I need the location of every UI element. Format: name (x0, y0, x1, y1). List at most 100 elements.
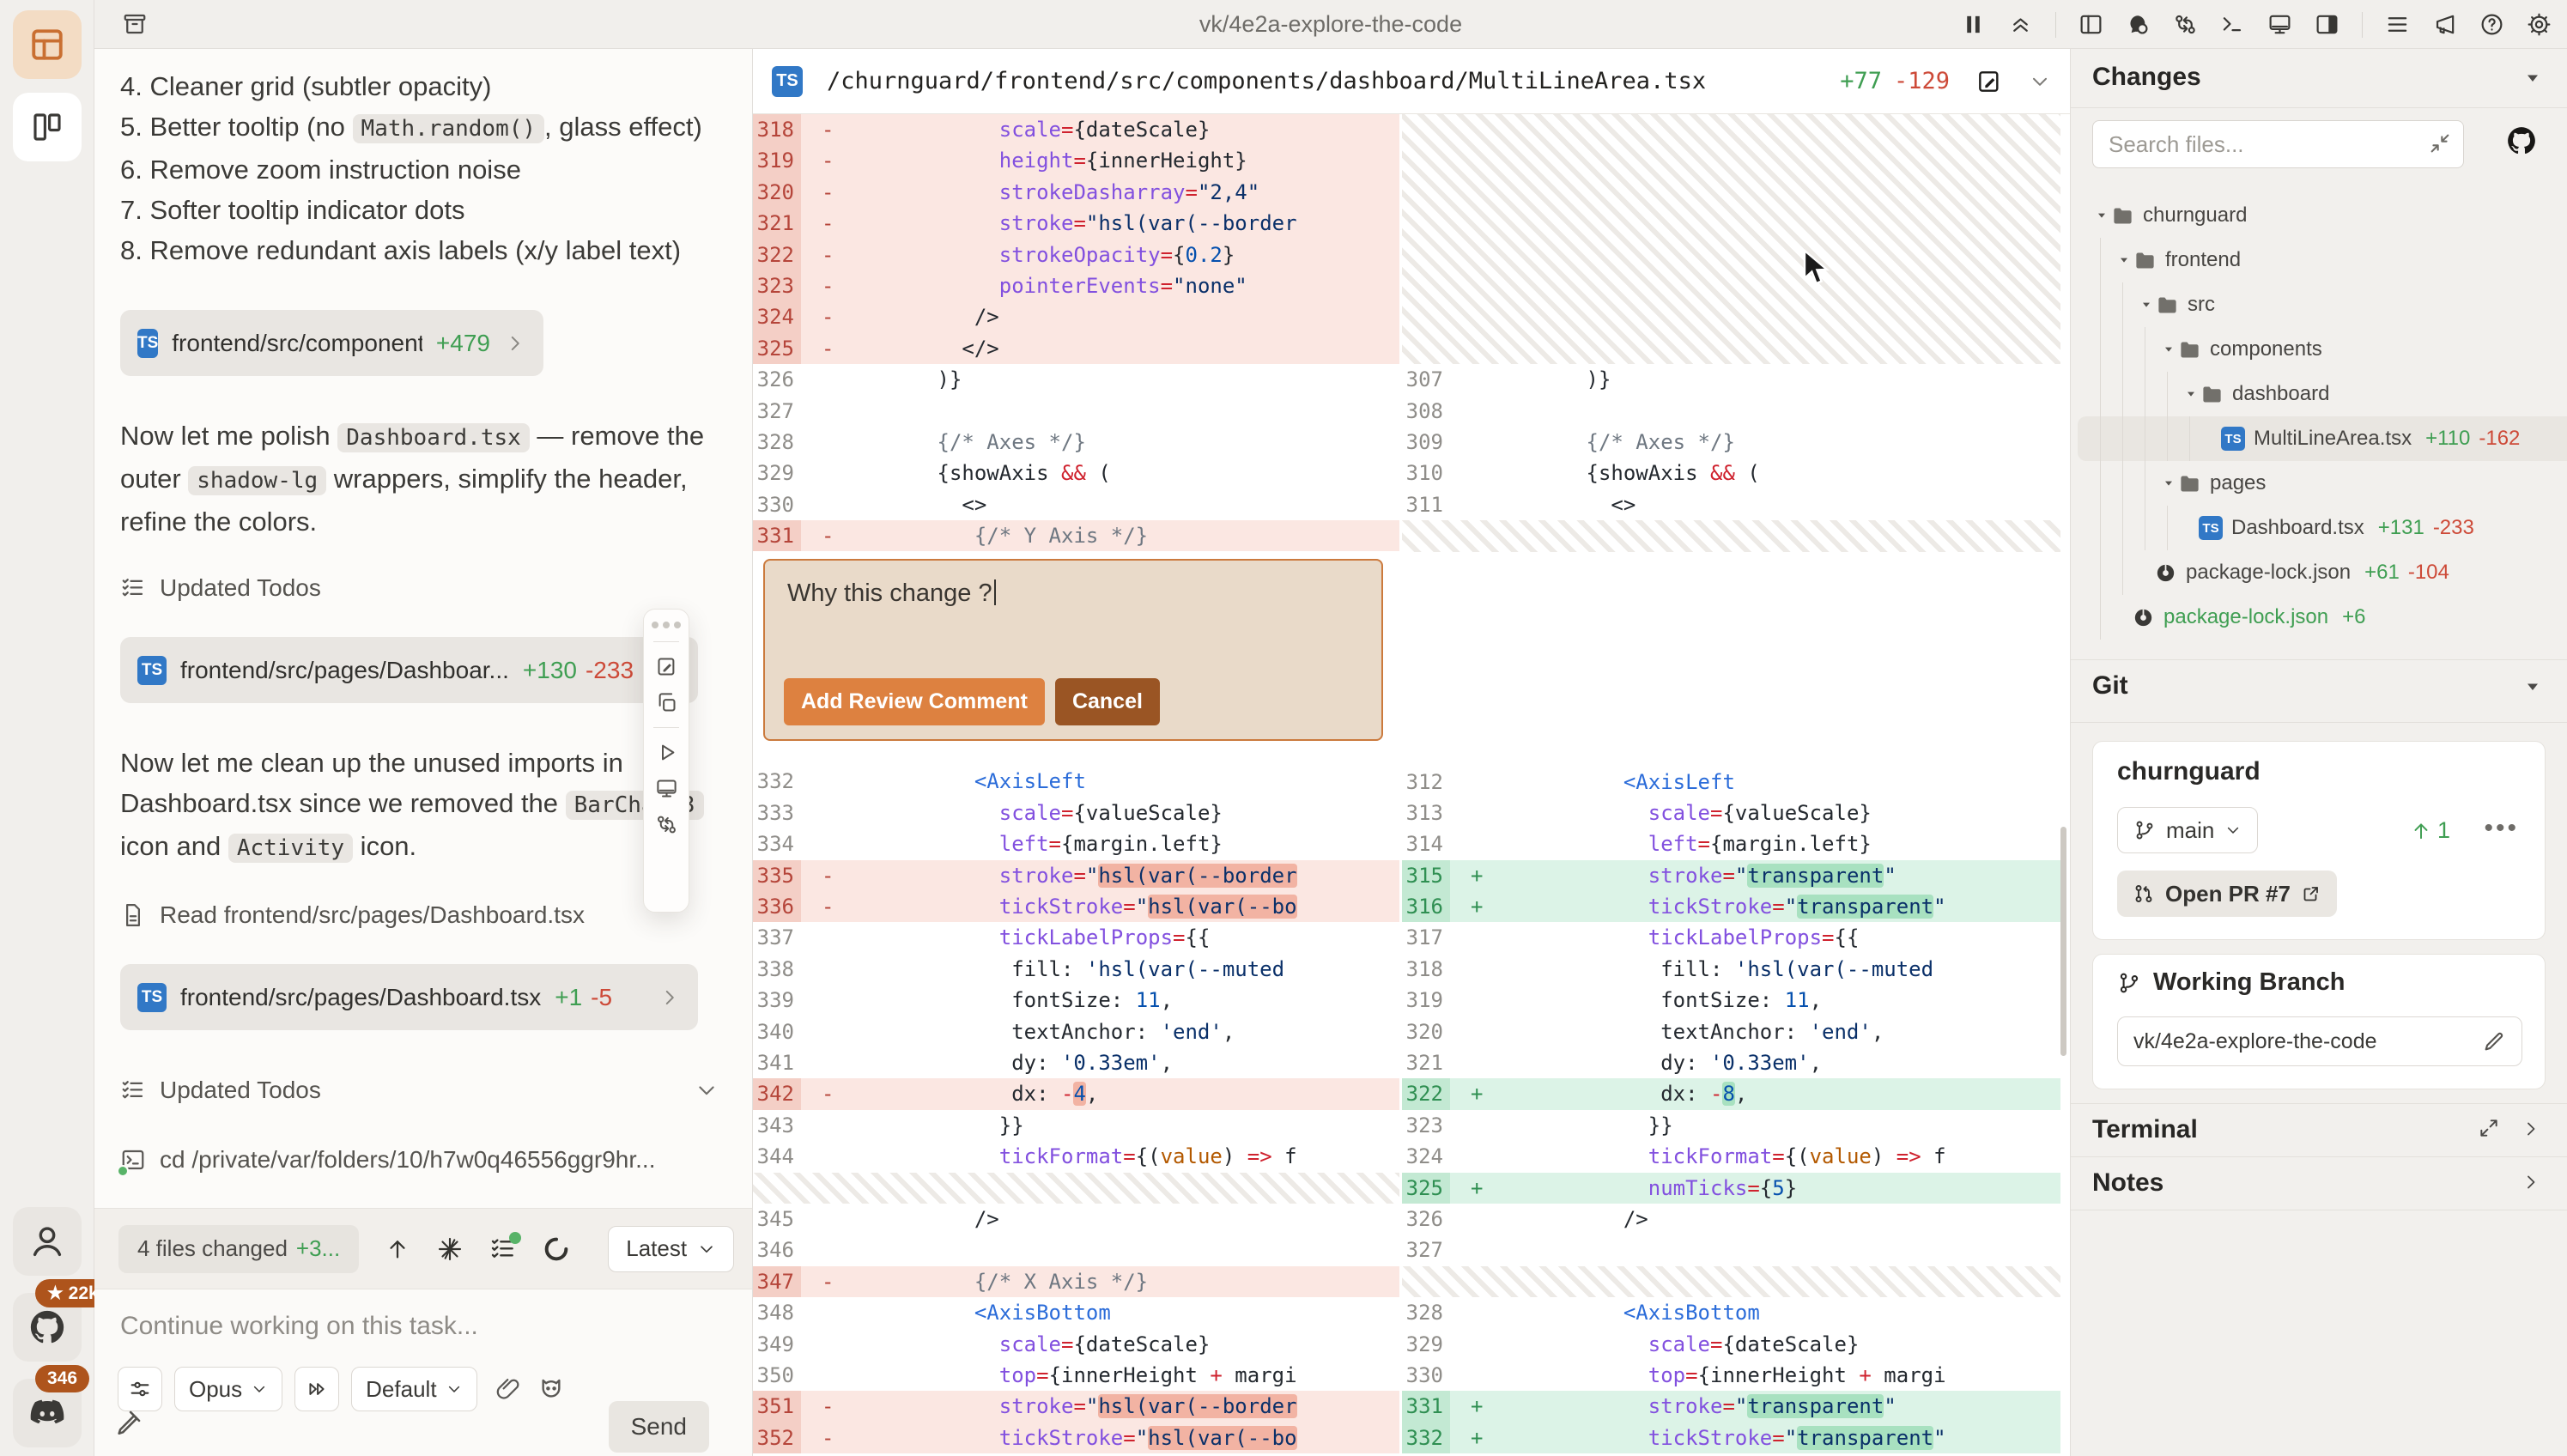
diff-line[interactable]: 331+ stroke="transparent" (1402, 1391, 2060, 1422)
copy-icon[interactable] (655, 691, 678, 714)
tool-call-row[interactable]: cd /private/var/folders/10/h7w0q46556ggr… (120, 1139, 720, 1180)
panel-right-icon[interactable] (2315, 12, 2339, 37)
terminal-section[interactable]: Terminal (2071, 1103, 2567, 1156)
diff-line[interactable]: 328 {/* Axes */} (753, 427, 1399, 458)
help-icon[interactable] (2479, 12, 2504, 37)
diff-line[interactable]: 347- {/* X Axis */} (753, 1266, 1399, 1297)
diff-line[interactable]: 330 top={innerHeight + margi (1402, 1360, 2060, 1391)
diff-line[interactable]: 336- tickStroke="hsl(var(--bo (753, 891, 1399, 922)
tree-item-frontend[interactable]: frontend (2071, 238, 2567, 282)
notes-header[interactable]: Notes (2092, 1168, 2163, 1198)
rail-button-github[interactable]: ★ 22k (13, 1293, 82, 1362)
diff-line[interactable]: 322+ dx: -8, (1402, 1078, 2060, 1109)
chevron-right-icon[interactable] (2521, 1172, 2541, 1192)
tree-item-package-lock-json[interactable]: package-lock.json+61-104 (2071, 550, 2567, 595)
diff-line[interactable]: 324 tickFormat={(value) => f (1402, 1141, 2060, 1172)
tree-item-dashboard-tsx[interactable]: TSDashboard.tsx+131-233 (2071, 506, 2567, 550)
terminal-icon[interactable] (2220, 12, 2245, 37)
scroll-up-icon[interactable] (385, 1236, 410, 1262)
rail-button-layout[interactable] (13, 10, 82, 79)
diff-line[interactable]: 329 {showAxis && ( (753, 458, 1399, 488)
caret-down-icon[interactable] (2137, 298, 2156, 312)
megaphone-icon[interactable] (2432, 12, 2457, 37)
settings-icon[interactable] (2527, 12, 2552, 37)
diff-line[interactable]: 328 <AxisBottom (1402, 1297, 2060, 1328)
diff-line[interactable]: 348 <AxisBottom (753, 1297, 1399, 1328)
fast-forward-button[interactable] (294, 1367, 339, 1411)
file-edit-chip[interactable]: TSfrontend/src/components/dashboa...+479 (120, 310, 543, 376)
diff-line[interactable]: 315+ stroke="transparent" (1402, 860, 2060, 891)
diff-line[interactable]: 337 tickLabelProps={{ (753, 922, 1399, 953)
ahead-count[interactable]: 1 (2410, 817, 2450, 844)
diff-line[interactable]: 343 }} (753, 1110, 1399, 1141)
cancel-button[interactable]: Cancel (1055, 678, 1160, 725)
diff-line[interactable]: 311 <> (1402, 489, 2060, 520)
diff-line[interactable]: 318- scale={dateScale} (753, 114, 1399, 145)
tool-call-row[interactable]: Read frontend/src/pages/Dashboard.tsx (120, 895, 720, 935)
diff-line[interactable]: 341 dy: '0.33em', (753, 1047, 1399, 1078)
rail-button-discord[interactable]: 346 (13, 1379, 82, 1447)
rail-button-person[interactable] (13, 1207, 82, 1276)
model-dropdown[interactable]: Opus (174, 1367, 282, 1411)
collapse-up-icon[interactable] (2008, 12, 2033, 37)
attach-icon[interactable] (495, 1376, 520, 1402)
chevron-down-icon[interactable] (695, 1078, 719, 1102)
diff-line[interactable]: 324- /> (753, 301, 1399, 332)
menu-icon[interactable] (2385, 12, 2410, 37)
diff-line[interactable]: 325+ numTicks={5} (1402, 1173, 2060, 1204)
diff-line[interactable]: 331- {/* Y Axis */} (753, 520, 1399, 551)
tree-item-multilinearea-tsx[interactable]: TSMultiLineArea.tsx+110-162 (2078, 416, 2567, 461)
chevron-down-icon[interactable] (2522, 676, 2543, 697)
diff-line[interactable]: 333 scale={valueScale} (753, 798, 1399, 828)
diff-line[interactable]: 335- stroke="hsl(var(--border (753, 860, 1399, 891)
terminal-header[interactable]: Terminal (2092, 1115, 2198, 1144)
diff-line[interactable]: 346 (753, 1235, 1399, 1265)
add-review-comment-button[interactable]: Add Review Comment (784, 678, 1045, 725)
burst-icon[interactable] (436, 1235, 464, 1263)
latest-dropdown[interactable]: Latest (608, 1226, 734, 1272)
caret-down-icon[interactable] (2159, 476, 2178, 490)
diff-line[interactable]: 325- </> (753, 333, 1399, 364)
diff-line[interactable]: 318 fill: 'hsl(var(--muted (1402, 954, 2060, 985)
tree-item-churnguard[interactable]: churnguard (2071, 193, 2567, 238)
diff-line[interactable]: 320 textAnchor: 'end', (1402, 1016, 2060, 1047)
git-section-header[interactable]: Git (2092, 671, 2128, 701)
play-icon[interactable] (655, 741, 678, 764)
diff-line[interactable]: 349 scale={dateScale} (753, 1329, 1399, 1360)
tree-item-components[interactable]: components (2071, 327, 2567, 372)
caret-down-icon[interactable] (2092, 209, 2111, 222)
chevron-down-icon[interactable] (2029, 70, 2051, 93)
git-more-menu[interactable]: ••• (2484, 814, 2519, 843)
diff-scrollbar[interactable] (2060, 827, 2066, 1056)
caret-down-icon[interactable] (2182, 387, 2200, 401)
mode-dropdown[interactable]: Default (351, 1367, 476, 1411)
send-button[interactable]: Send (609, 1401, 709, 1453)
review-comment-box[interactable]: Why this change ?Add Review CommentCance… (763, 559, 1383, 741)
diff-line[interactable]: 319 fontSize: 11, (1402, 985, 2060, 1016)
chevron-right-icon[interactable] (2521, 1119, 2541, 1139)
cat-icon[interactable] (537, 1375, 565, 1403)
chevron-down-icon[interactable] (2522, 68, 2543, 88)
branch-dropdown[interactable]: main (2117, 807, 2258, 853)
message-toolbar[interactable] (643, 609, 689, 913)
highlighter-icon[interactable] (114, 1408, 143, 1437)
diff-line[interactable]: 321 dy: '0.33em', (1402, 1047, 2060, 1078)
diff-line[interactable]: 340 textAnchor: 'end', (753, 1016, 1399, 1047)
diff-line[interactable]: 319- height={innerHeight} (753, 145, 1399, 176)
diff-line[interactable]: 344 tickFormat={(value) => f (753, 1141, 1399, 1172)
collapse-tree-icon[interactable] (2428, 131, 2452, 155)
diff-line[interactable]: 327 (1402, 1235, 2060, 1265)
panel-left-icon[interactable] (2078, 12, 2103, 37)
diff-line[interactable]: 307 )} (1402, 364, 2060, 395)
drag-handle-icon[interactable] (652, 622, 681, 628)
diff-line[interactable]: 317 tickLabelProps={{ (1402, 922, 2060, 953)
diff-line[interactable]: 342- dx: -4, (753, 1078, 1399, 1109)
diff-line[interactable]: 308 (1402, 396, 2060, 427)
todos-status-icon[interactable] (489, 1235, 517, 1263)
diff-line[interactable]: 320- strokeDasharray="2,4" (753, 177, 1399, 208)
pause-icon[interactable] (1961, 12, 1986, 37)
caret-down-icon[interactable] (2159, 343, 2178, 356)
file-edit-chip[interactable]: TSfrontend/src/pages/Dashboard.tsx+1-5 (120, 964, 698, 1030)
diff-line[interactable]: 326 /> (1402, 1204, 2060, 1235)
diff-line[interactable]: 334 left={margin.left} (753, 828, 1399, 859)
